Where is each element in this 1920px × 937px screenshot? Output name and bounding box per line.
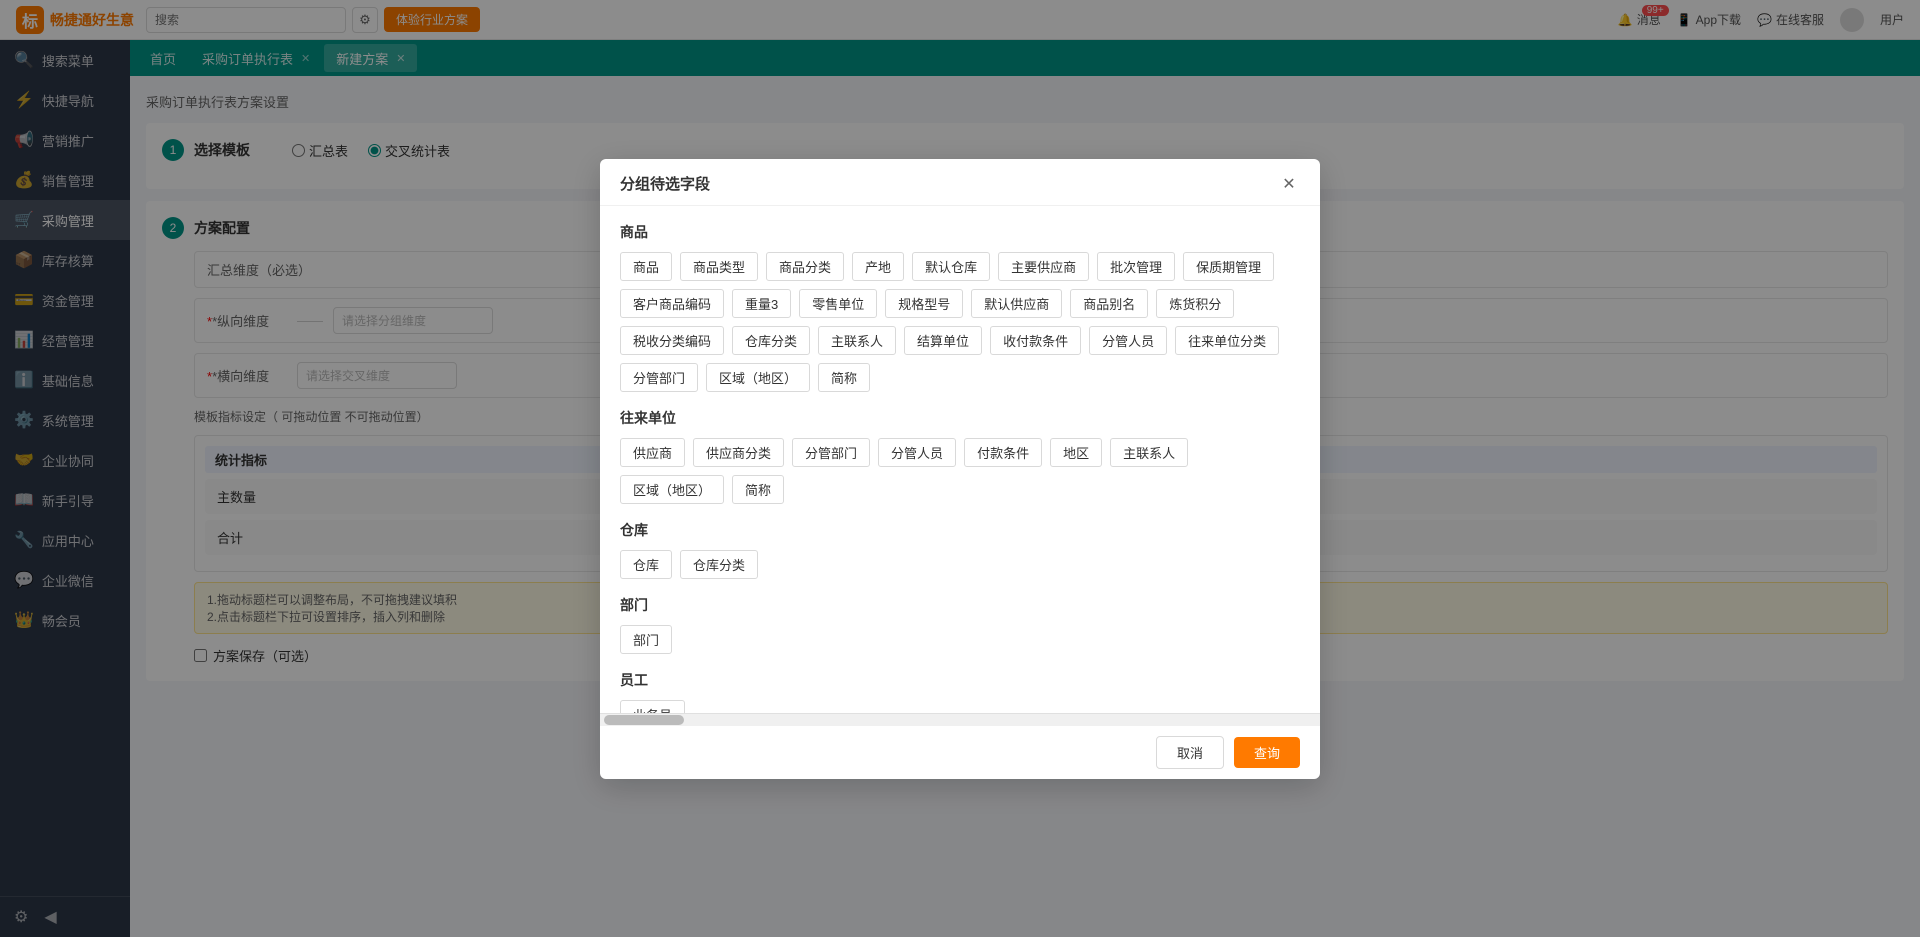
field-tags-employee: 业务员 — [620, 700, 1300, 713]
confirm-btn[interactable]: 查询 — [1234, 737, 1300, 768]
field-tags-partner: 供应商供应商分类分管部门分管人员付款条件地区主联系人区域（地区） 简称 — [620, 438, 1300, 504]
field-tag[interactable]: 往来单位分类 — [1175, 326, 1279, 355]
field-tag[interactable]: 仓库 — [620, 550, 672, 579]
field-section-warehouse: 仓库仓库仓库分类 — [620, 520, 1300, 579]
modal-overlay: 分组待选字段 ✕ 商品商品商品类型商品分类产地默认仓库主要供应商批次管理保质期管… — [0, 0, 1920, 937]
field-tag[interactable]: 部门 — [620, 625, 672, 654]
field-tag[interactable]: 炼货积分 — [1156, 289, 1234, 318]
field-tag[interactable]: 区域（地区） — [706, 363, 810, 392]
field-tag[interactable]: 主联系人 — [818, 326, 896, 355]
field-section-product: 商品商品商品类型商品分类产地默认仓库主要供应商批次管理保质期管理客户商品编码重量… — [620, 222, 1300, 392]
modal-footer: 取消 查询 — [600, 725, 1320, 779]
field-section-partner: 往来单位供应商供应商分类分管部门分管人员付款条件地区主联系人区域（地区） 简称 — [620, 408, 1300, 504]
field-tag[interactable]: 保质期管理 — [1183, 252, 1274, 281]
field-tag[interactable]: 仓库分类 — [732, 326, 810, 355]
field-tag[interactable]: 仓库分类 — [680, 550, 758, 579]
field-tag[interactable]: 商品分类 — [766, 252, 844, 281]
field-tag[interactable]: 客户商品编码 — [620, 289, 724, 318]
field-tag[interactable]: 区域（地区） — [620, 475, 724, 504]
field-tag[interactable]: 规格型号 — [885, 289, 963, 318]
field-section-employee: 员工业务员 — [620, 670, 1300, 713]
field-tag[interactable]: 供应商 — [620, 438, 685, 467]
field-tag[interactable]: 供应商分类 — [693, 438, 784, 467]
modal-body: 商品商品商品类型商品分类产地默认仓库主要供应商批次管理保质期管理客户商品编码重量… — [600, 206, 1320, 713]
field-tag[interactable]: 地区 — [1050, 438, 1102, 467]
field-tag[interactable]: 产地 — [852, 252, 904, 281]
field-tag[interactable]: 分管部门 — [792, 438, 870, 467]
field-tag[interactable]: 商品 — [620, 252, 672, 281]
field-tag[interactable]: 商品别名 — [1070, 289, 1148, 318]
field-section-title-partner: 往来单位 — [620, 408, 1300, 428]
field-section-title-warehouse: 仓库 — [620, 520, 1300, 540]
modal-close-btn[interactable]: ✕ — [1278, 173, 1300, 195]
field-tag[interactable]: 商品类型 — [680, 252, 758, 281]
modal-title: 分组待选字段 — [620, 173, 710, 194]
field-tags-department: 部门 — [620, 625, 1300, 654]
field-tag[interactable]: 分管人员 — [878, 438, 956, 467]
field-tags-product: 商品商品类型商品分类产地默认仓库主要供应商批次管理保质期管理客户商品编码重量3 零… — [620, 252, 1300, 392]
field-tag[interactable]: 主联系人 — [1110, 438, 1188, 467]
field-tag[interactable]: 简称 — [818, 363, 870, 392]
field-section-department: 部门部门 — [620, 595, 1300, 654]
field-tag[interactable]: 付款条件 — [964, 438, 1042, 467]
field-tag[interactable]: 默认仓库 — [912, 252, 990, 281]
field-tag[interactable]: 分管人员 — [1089, 326, 1167, 355]
field-tag[interactable]: 主要供应商 — [998, 252, 1089, 281]
field-tag[interactable]: 简称 — [732, 475, 784, 504]
field-tag[interactable]: 收付款条件 — [990, 326, 1081, 355]
modal-header: 分组待选字段 ✕ — [600, 159, 1320, 206]
field-section-title-employee: 员工 — [620, 670, 1300, 690]
cancel-btn[interactable]: 取消 — [1156, 736, 1224, 769]
field-tag[interactable]: 批次管理 — [1097, 252, 1175, 281]
modal-hscroll[interactable] — [600, 713, 1320, 725]
field-tag[interactable]: 重量3 — [732, 289, 791, 318]
field-select-modal: 分组待选字段 ✕ 商品商品商品类型商品分类产地默认仓库主要供应商批次管理保质期管… — [600, 159, 1320, 779]
field-tags-warehouse: 仓库仓库分类 — [620, 550, 1300, 579]
field-tag[interactable]: 零售单位 — [799, 289, 877, 318]
field-tag[interactable]: 税收分类编码 — [620, 326, 724, 355]
field-section-title-product: 商品 — [620, 222, 1300, 242]
field-tag[interactable]: 默认供应商 — [971, 289, 1062, 318]
field-tag[interactable]: 分管部门 — [620, 363, 698, 392]
field-section-title-department: 部门 — [620, 595, 1300, 615]
field-tag[interactable]: 业务员 — [620, 700, 685, 713]
field-tag[interactable]: 结算单位 — [904, 326, 982, 355]
